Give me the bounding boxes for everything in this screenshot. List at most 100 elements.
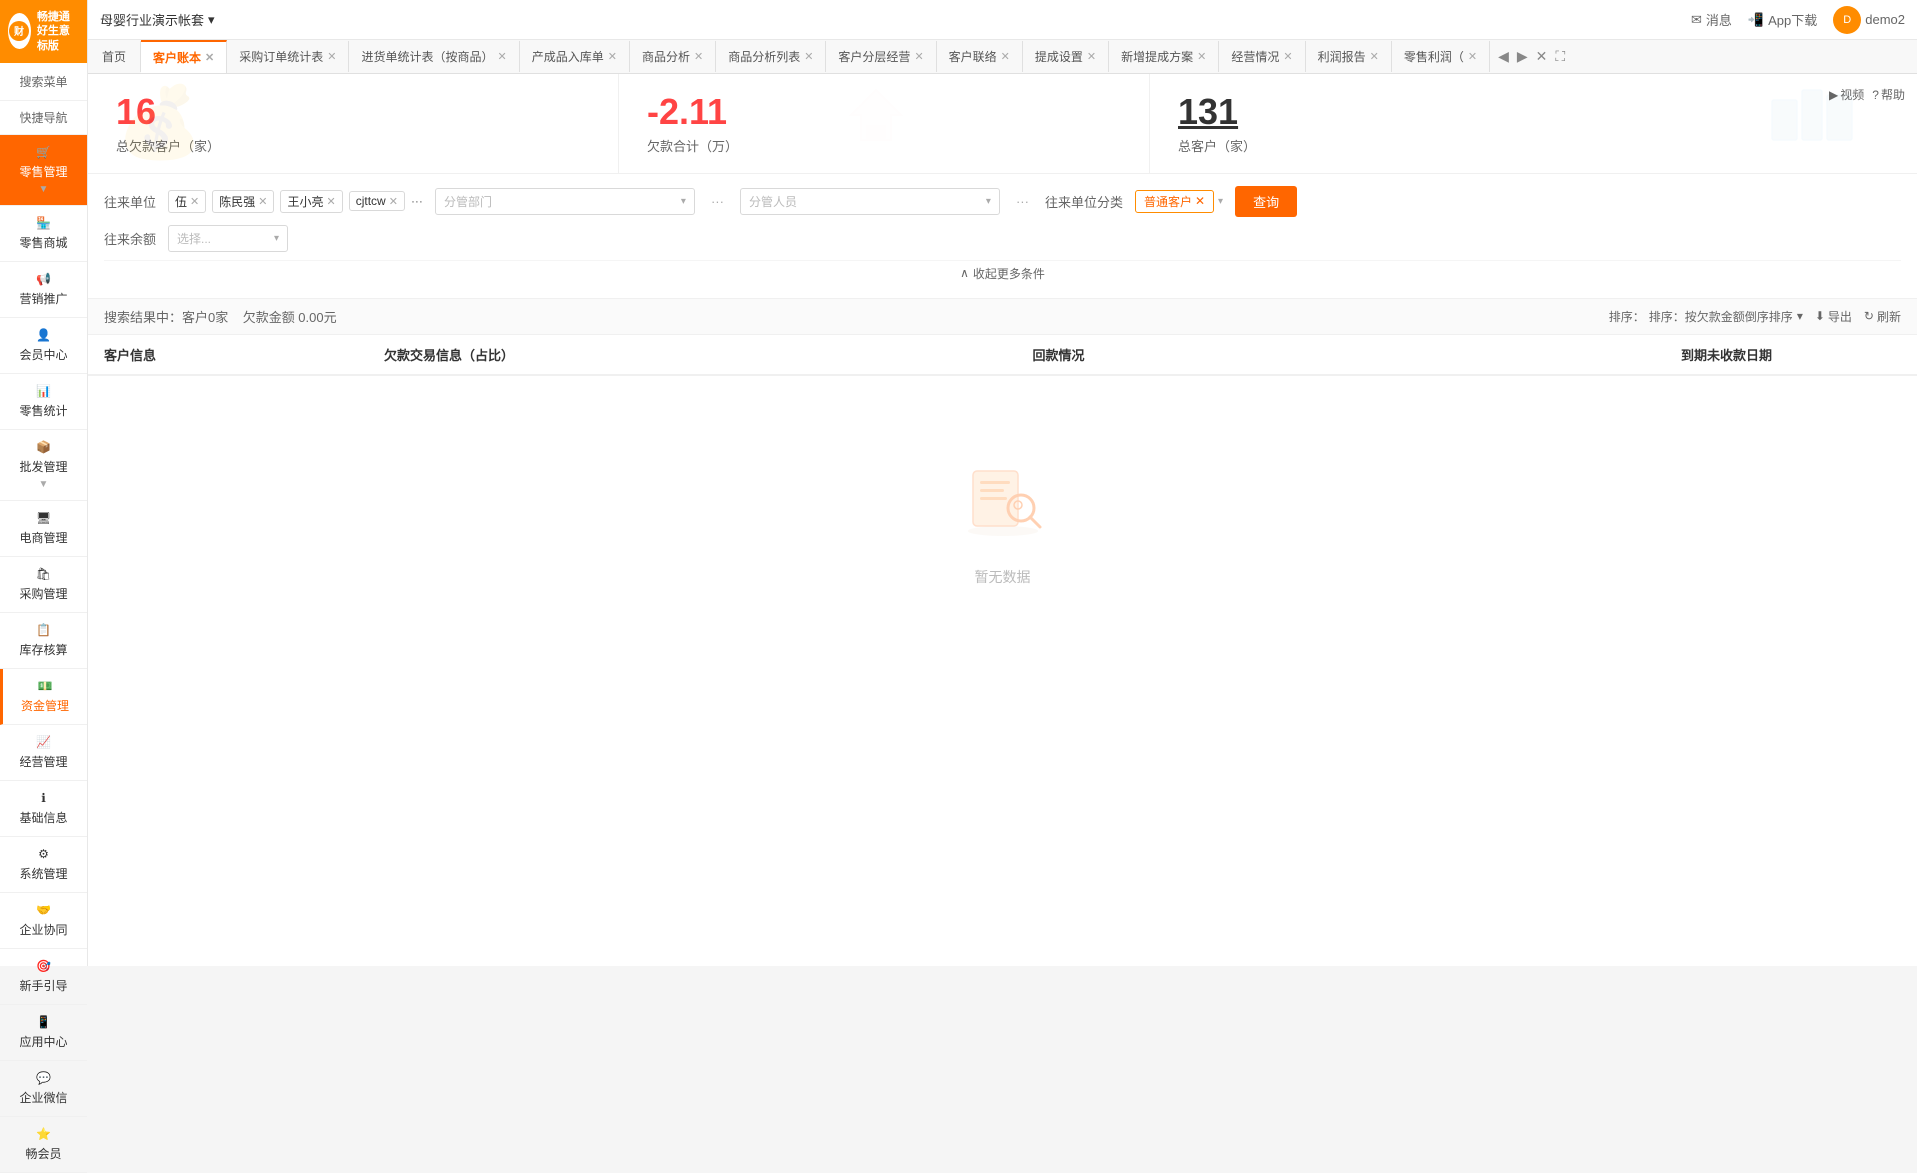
tab-close-boost[interactable]: ✕ (1087, 50, 1096, 63)
sidebar-item-new-guide[interactable]: 🎯 新手引导 (0, 949, 87, 1005)
sidebar-item-retail[interactable]: 🛒 零售管理 ▼ (0, 135, 87, 206)
ecommerce-icon: 🖥 (36, 511, 51, 525)
operations-icon: 📈 (36, 735, 51, 749)
tab-account[interactable]: 客户账本 ✕ (141, 40, 227, 73)
sidebar-item-basic-info[interactable]: ℹ 基础信息 (0, 781, 87, 837)
tab-customer-contact[interactable]: 客户联络 ✕ (937, 41, 1023, 72)
purchase-icon: 🛍 (36, 567, 51, 581)
collapse-button[interactable]: ∧ 收起更多条件 (104, 260, 1901, 286)
tab-close-contact[interactable]: ✕ (1001, 50, 1010, 63)
tab-goods-analysis-list[interactable]: 商品分析列表 ✕ (716, 41, 826, 72)
message-button[interactable]: ✉ 消息 (1691, 10, 1732, 29)
unit-tag-cjttcw-close[interactable]: ✕ (389, 195, 398, 208)
play-icon: ▶ (1829, 88, 1838, 102)
tab-operations[interactable]: 经营情况 ✕ (1219, 41, 1305, 72)
help-icon: ? (1872, 88, 1879, 102)
tab-close-ops[interactable]: ✕ (1283, 50, 1292, 63)
dropdown-arrow-icon: ▾ (208, 12, 215, 28)
category-arrow-icon[interactable]: ▾ (1218, 196, 1223, 207)
message-icon: ✉ (1691, 12, 1702, 28)
tab-product-inbound[interactable]: 产成品入库单 ✕ (520, 41, 630, 72)
category-tag-close[interactable]: ✕ (1195, 194, 1205, 208)
sidebar-item-wechat[interactable]: 💬 企业微信 (0, 1061, 87, 1117)
svg-text:财: 财 (13, 25, 24, 38)
tab-close-retail-profit[interactable]: ✕ (1468, 50, 1477, 63)
unit-tag-chen-close[interactable]: ✕ (258, 195, 267, 208)
query-button[interactable]: 查询 (1235, 186, 1297, 217)
sidebar-item-vip[interactable]: ⭐ 畅会员 (0, 1117, 87, 1173)
help-link[interactable]: ? 帮助 (1872, 86, 1905, 103)
tab-close-product[interactable]: ✕ (608, 50, 617, 63)
tab-inbound-stat[interactable]: 进货单统计表（按商品） ✕ (349, 41, 519, 72)
unit-tag-wang-close[interactable]: ✕ (327, 195, 336, 208)
sidebar-item-marketing[interactable]: 📢 营销推广 (0, 262, 87, 318)
stat-label-debt: 欠款合计（万） (647, 136, 738, 155)
sidebar-logo[interactable]: 财 畅捷通好生意 标版 (0, 0, 87, 63)
tabs-maximize-button[interactable]: ⛶ (1553, 46, 1567, 67)
inventory-icon: 📋 (36, 623, 51, 637)
sidebar-item-quick-nav[interactable]: 快捷导航 (0, 101, 87, 135)
tab-retail-profit[interactable]: 零售利润（ ✕ (1392, 41, 1490, 72)
sidebar-item-member[interactable]: 👤 会员中心 (0, 318, 87, 374)
app-download-button[interactable]: 📲 App下载 (1748, 10, 1817, 29)
account-dropdown[interactable]: 母婴行业演示帐套 ▾ (100, 10, 215, 29)
sidebar-item-retail-mall[interactable]: 🏪 零售商城 (0, 206, 87, 262)
sidebar-item-ecommerce[interactable]: 🖥 电商管理 (0, 501, 87, 557)
stat-total-debt: -2.11 欠款合计（万） (619, 74, 1150, 173)
download-icon: 📲 (1748, 12, 1764, 28)
export-button[interactable]: ⬇ 导出 (1815, 308, 1852, 325)
tab-boost[interactable]: 提成设置 ✕ (1023, 41, 1109, 72)
filter-row-1: 往来单位 伍 ✕ 陈民强 ✕ 王小亮 ✕ cjttcw (104, 186, 1901, 217)
stat-number-debt: -2.11 (647, 92, 727, 132)
tab-close-goods[interactable]: ✕ (694, 50, 703, 63)
person-more-btn[interactable]: ··· (1012, 190, 1033, 213)
tabs-close-all-button[interactable]: ✕ (1534, 46, 1550, 67)
tabs-prev-button[interactable]: ◀ (1496, 46, 1511, 67)
sidebar-item-app-center[interactable]: 📱 应用中心 (0, 1005, 87, 1061)
filter-area: 往来单位 伍 ✕ 陈民强 ✕ 王小亮 ✕ cjttcw (88, 174, 1917, 299)
sort-select[interactable]: 排序： 排序：按欠款金额倒序排序 ▾ (1609, 308, 1803, 325)
refresh-button[interactable]: ↻ 刷新 (1864, 308, 1901, 325)
tab-new-boost[interactable]: 新增提成方案 ✕ (1109, 41, 1219, 72)
tab-close-profit[interactable]: ✕ (1370, 50, 1379, 63)
sidebar-item-retail-stats[interactable]: 📊 零售统计 (0, 374, 87, 430)
topbar: 母婴行业演示帐套 ▾ ✉ 消息 📲 App下载 D demo2 (88, 0, 1917, 40)
tab-close-tier[interactable]: ✕ (914, 50, 923, 63)
more-tags-btn[interactable]: ··· (411, 194, 423, 208)
balance-select[interactable]: 选择... ▾ (168, 225, 288, 252)
sidebar-item-system[interactable]: ⚙ 系统管理 (0, 837, 87, 893)
tab-purchase-stat[interactable]: 采购订单统计表 ✕ (227, 41, 349, 72)
tabs-next-button[interactable]: ▶ (1515, 46, 1530, 67)
sidebar-item-purchase[interactable]: 🛍 采购管理 (0, 557, 87, 613)
sidebar-item-wholesale[interactable]: 📦 批发管理 ▼ (0, 430, 87, 501)
sidebar-item-finance[interactable]: 💵 资金管理 (0, 669, 87, 725)
sidebar-item-operations[interactable]: 📈 经营管理 (0, 725, 87, 781)
tab-close-account[interactable]: ✕ (205, 51, 214, 64)
sidebar-item-enterprise[interactable]: 🤝 企业协同 (0, 893, 87, 949)
tab-close-goods-list[interactable]: ✕ (804, 50, 813, 63)
sidebar-item-inventory[interactable]: 📋 库存核算 (0, 613, 87, 669)
stat-links: ▶ 视频 ? 帮助 (1829, 86, 1905, 103)
sort-arrow-icon: ▾ (1797, 309, 1803, 323)
tab-goods-analysis[interactable]: 商品分析 ✕ (630, 41, 716, 72)
wechat-icon: 💬 (36, 1071, 51, 1085)
unit-tag-wu-close[interactable]: ✕ (190, 195, 199, 208)
tab-profit-report[interactable]: 利润报告 ✕ (1306, 41, 1392, 72)
app-center-icon: 📱 (36, 1015, 51, 1029)
tab-close-purchase[interactable]: ✕ (327, 50, 336, 63)
unit-tag-wang: 王小亮 ✕ (280, 190, 342, 213)
sidebar-item-search[interactable]: 搜索菜单 (0, 63, 87, 101)
logo-icon: 财 (8, 13, 31, 49)
tab-home[interactable]: 首页 (88, 41, 141, 72)
system-icon: ⚙ (38, 847, 49, 861)
dept-select[interactable]: 分管部门 ▾ (435, 188, 695, 215)
unit-label: 往来单位 (104, 192, 156, 211)
person-select[interactable]: 分管人员 ▾ (740, 188, 1000, 215)
empty-state: 暂无数据 (88, 376, 1917, 667)
user-avatar-area[interactable]: D demo2 (1833, 6, 1905, 34)
tab-customer-tier[interactable]: 客户分层经营 ✕ (826, 41, 936, 72)
dept-more-btn[interactable]: ··· (707, 190, 728, 213)
tab-close-inbound[interactable]: ✕ (498, 50, 507, 63)
video-link[interactable]: ▶ 视频 (1829, 86, 1864, 103)
tab-close-new-boost[interactable]: ✕ (1197, 50, 1206, 63)
